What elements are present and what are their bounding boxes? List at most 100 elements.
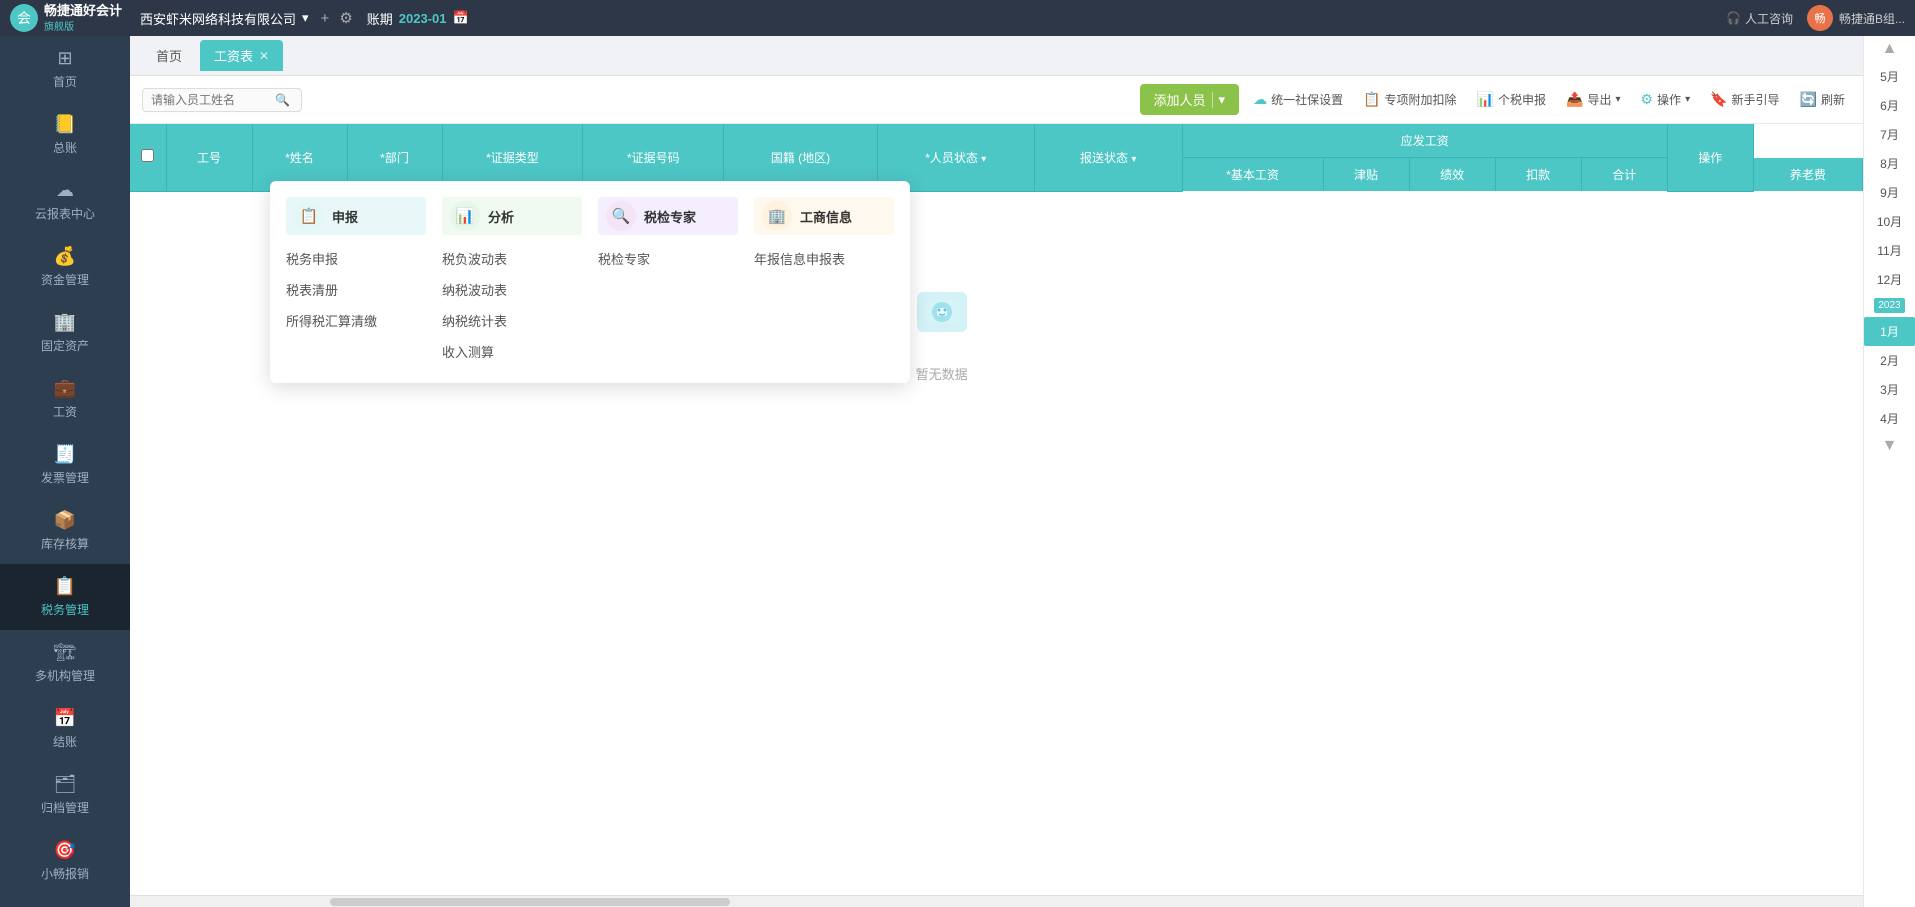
gongsh-icon: 🏢 — [762, 201, 792, 231]
status-filter-icon[interactable]: ▾ — [981, 154, 986, 165]
add-employee-button[interactable]: 添加人员 ▾ — [1140, 84, 1240, 115]
th-pension: 养老费 — [1753, 158, 1862, 192]
sidebar-item-ledger[interactable]: 📒 总账 — [0, 102, 130, 168]
help-icon: 🎧 — [1726, 11, 1741, 25]
sidebar-item-period-end[interactable]: 📅 结账 — [0, 696, 130, 762]
sidebar-label-home: 首页 — [53, 73, 77, 90]
period-value[interactable]: 2023-01 — [399, 11, 447, 26]
sidebar: ⊞ 首页 📒 总账 ☁ 云报表中心 💰 资金管理 🏢 固定资产 💼 工资 🧾 发… — [0, 36, 130, 907]
report-filter-icon[interactable]: ▾ — [1131, 154, 1136, 165]
tax-report-btn[interactable]: 📊 个税申报 — [1471, 87, 1552, 112]
month-5[interactable]: 5月 — [1864, 62, 1915, 91]
sidebar-item-invoice[interactable]: 🧾 发票管理 — [0, 432, 130, 498]
shenb-title: 申报 — [332, 207, 358, 226]
sidebar-label-promo: 小畅报销 — [41, 865, 89, 882]
special-deduction-btn[interactable]: 📋 专项附加扣除 — [1357, 87, 1462, 112]
user-area[interactable]: 畅 畅捷通B组... — [1807, 5, 1905, 31]
refresh-btn[interactable]: 🔄 刷新 — [1794, 87, 1851, 112]
sidebar-item-inventory[interactable]: 📦 库存核算 — [0, 498, 130, 564]
month-11[interactable]: 11月 — [1864, 236, 1915, 265]
sidebar-label-cloud: 云报表中心 — [35, 205, 95, 222]
month-10[interactable]: 10月 — [1864, 207, 1915, 236]
assets-icon: 🏢 — [54, 312, 76, 333]
month-12[interactable]: 12月 — [1864, 265, 1915, 294]
export-dropdown-icon[interactable]: ▾ — [1615, 94, 1620, 105]
export-btn[interactable]: 📤 导出 ▾ — [1560, 87, 1626, 112]
operation-dropdown-icon[interactable]: ▾ — [1685, 94, 1690, 105]
sidebar-item-tax[interactable]: 📋 税务管理 — [0, 564, 130, 630]
sidebar-label-salary: 工资 — [53, 403, 77, 420]
sidebar-item-home[interactable]: ⊞ 首页 — [0, 36, 130, 102]
th-checkbox[interactable] — [130, 124, 166, 191]
menu-tax-stats[interactable]: 纳税统计表 — [442, 305, 582, 336]
settings-icon-btn[interactable]: ⚙ — [339, 9, 352, 27]
menu-tax-wave[interactable]: 纳税波动表 — [442, 274, 582, 305]
scroll-thumb[interactable] — [330, 898, 730, 906]
sidebar-item-base-settings[interactable]: ⚙ 基础设置 — [0, 894, 130, 907]
menu-tax-report[interactable]: 税务申报 — [286, 243, 426, 274]
month-7[interactable]: 7月 — [1864, 120, 1915, 149]
calendar-icon[interactable]: 📅 — [453, 10, 469, 26]
sidebar-item-promo[interactable]: 🎯 小畅报销 — [0, 828, 130, 894]
shuij-icon: 🔍 — [606, 201, 636, 231]
inventory-icon: 📦 — [54, 510, 76, 531]
menu-tax-expert[interactable]: 税检专家 — [598, 243, 738, 274]
top-icons-area: + ⚙ — [321, 9, 353, 27]
tab-close-salary[interactable]: ✕ — [259, 49, 269, 63]
month-3[interactable]: 3月 — [1864, 375, 1915, 404]
social-insurance-icon: ☁ — [1253, 91, 1267, 108]
year-2023-label: 2023 — [1874, 298, 1904, 313]
operation-btn[interactable]: ⚙ 操作 ▾ — [1634, 87, 1696, 112]
horizontal-scrollbar[interactable] — [130, 895, 1863, 907]
sidebar-item-salary[interactable]: 💼 工资 — [0, 366, 130, 432]
th-base-salary: *基本工资 — [1182, 158, 1323, 192]
company-selector[interactable]: 西安虾米网络科技有限公司 ▾ — [140, 9, 309, 28]
search-input[interactable] — [151, 93, 271, 107]
panel-nav-down[interactable]: ▼ — [1878, 433, 1902, 459]
add-icon-btn[interactable]: + — [321, 10, 330, 27]
month-2[interactable]: 2月 — [1864, 346, 1915, 375]
special-deduction-icon: 📋 — [1363, 91, 1380, 108]
select-all-checkbox[interactable] — [141, 149, 154, 162]
section-header-shuij: 🔍 税检专家 — [598, 197, 738, 235]
month-8[interactable]: 8月 — [1864, 149, 1915, 178]
app-name: 畅捷通好会计 — [44, 3, 122, 19]
month-1-active[interactable]: 1月 — [1864, 317, 1915, 346]
dropdown-section-gongsh: 🏢 工商信息 年报信息申报表 — [754, 197, 894, 367]
sidebar-label-assets: 固定资产 — [41, 337, 89, 354]
th-subsidy: 津贴 — [1323, 158, 1409, 192]
main-layout: ⊞ 首页 📒 总账 ☁ 云报表中心 💰 资金管理 🏢 固定资产 💼 工资 🧾 发… — [0, 36, 1915, 907]
month-4[interactable]: 4月 — [1864, 404, 1915, 433]
export-icon: 📤 — [1566, 91, 1583, 108]
menu-annual-report[interactable]: 年报信息申报表 — [754, 243, 894, 274]
menu-income-calc[interactable]: 收入测算 — [442, 336, 582, 367]
menu-income-tax[interactable]: 所得税汇算清缴 — [286, 305, 426, 336]
company-dropdown-icon[interactable]: ▾ — [302, 10, 309, 26]
sidebar-item-archive[interactable]: 🗂 归档管理 — [0, 762, 130, 828]
social-insurance-btn[interactable]: ☁ 统一社保设置 — [1247, 87, 1349, 112]
section-header-shenb: 📋 申报 — [286, 197, 426, 235]
sidebar-item-cloud-report[interactable]: ☁ 云报表中心 — [0, 168, 130, 234]
sidebar-item-multi-org[interactable]: 🏗 多机构管理 — [0, 630, 130, 696]
search-icon[interactable]: 🔍 — [275, 93, 290, 107]
sidebar-item-assets[interactable]: 🏢 固定资产 — [0, 300, 130, 366]
month-6[interactable]: 6月 — [1864, 91, 1915, 120]
operation-icon: ⚙ — [1640, 91, 1653, 108]
menu-tax-table[interactable]: 税表清册 — [286, 274, 426, 305]
panel-nav-up[interactable]: ▲ — [1878, 36, 1902, 62]
dropdown-section-fenx: 📊 分析 税负波动表 纳税波动表 纳税统计表 收入测算 — [442, 197, 582, 367]
add-btn-dropdown-icon[interactable]: ▾ — [1212, 92, 1226, 108]
sidebar-item-fund[interactable]: 💰 资金管理 — [0, 234, 130, 300]
tab-salary[interactable]: 工资表 ✕ — [200, 40, 283, 71]
tab-home[interactable]: 首页 — [142, 40, 196, 71]
shenb-icon: 📋 — [294, 201, 324, 231]
sidebar-label-tax: 税务管理 — [41, 601, 89, 618]
menu-tax-burden[interactable]: 税负波动表 — [442, 243, 582, 274]
multi-org-icon: 🏗 — [54, 642, 77, 663]
add-btn-label: 添加人员 — [1154, 90, 1206, 109]
fund-icon: 💰 — [54, 246, 76, 267]
period-area: 账期 2023-01 📅 — [367, 9, 469, 28]
month-9[interactable]: 9月 — [1864, 178, 1915, 207]
help-btn[interactable]: 🎧 人工咨询 — [1726, 10, 1793, 27]
guide-btn[interactable]: 🔖 新手引导 — [1704, 87, 1785, 112]
